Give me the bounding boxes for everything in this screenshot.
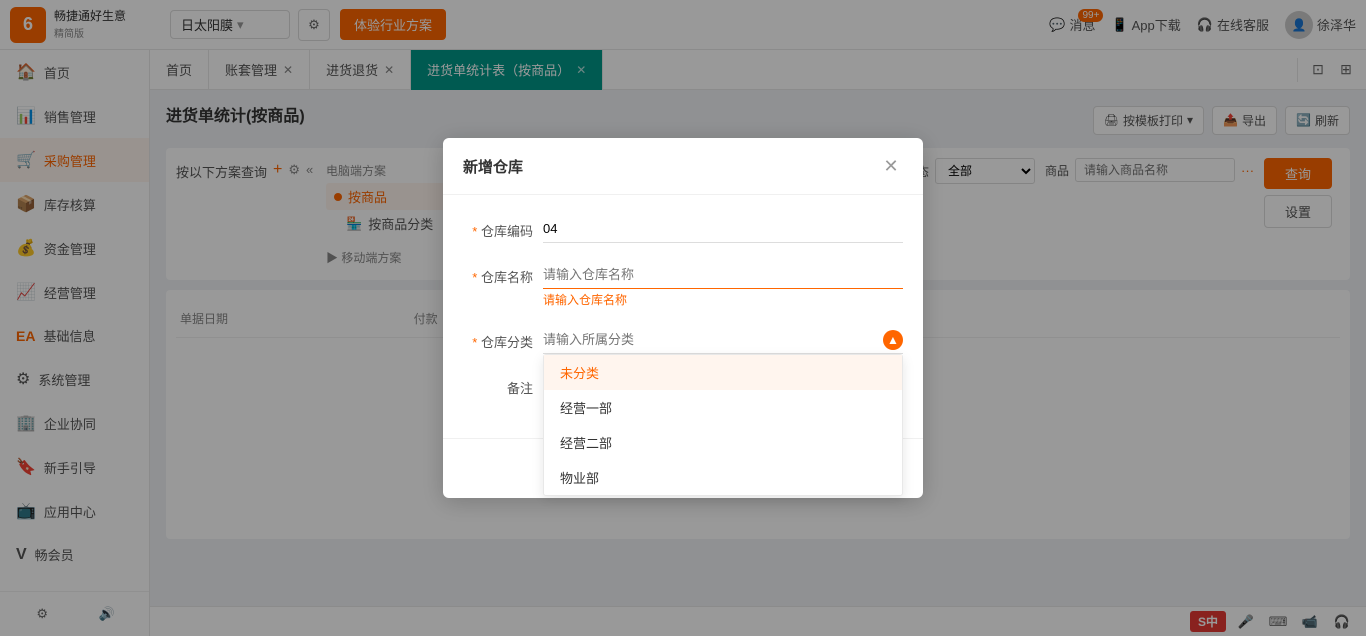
modal-overlay: 新增仓库 ✕ * 仓库编码 * 仓库名称 bbox=[0, 0, 1366, 636]
new-warehouse-modal: 新增仓库 ✕ * 仓库编码 * 仓库名称 bbox=[443, 138, 923, 498]
form-row-name: * 仓库名称 请输入仓库名称 bbox=[463, 261, 903, 308]
form-row-category: * 仓库分类 ▲ 未分类 经营一部 经营二部 物业部 bbox=[463, 326, 903, 354]
form-row-code: * 仓库编码 bbox=[463, 215, 903, 243]
category-dropdown-list: 未分类 经营一部 经营二部 物业部 bbox=[543, 354, 903, 496]
category-dropdown: ▲ 未分类 经营一部 经营二部 物业部 bbox=[543, 326, 903, 354]
name-label: * 仓库名称 bbox=[463, 261, 543, 286]
note-label: 备注 bbox=[463, 372, 543, 397]
name-input[interactable] bbox=[543, 261, 903, 289]
dropdown-toggle-button[interactable]: ▲ bbox=[883, 330, 903, 350]
dropdown-item-none[interactable]: 未分类 bbox=[544, 355, 902, 390]
category-label: * 仓库分类 bbox=[463, 326, 543, 351]
modal-title: 新增仓库 bbox=[463, 156, 523, 177]
name-error-msg: 请输入仓库名称 bbox=[543, 291, 903, 308]
dropdown-item-dept1[interactable]: 经营一部 bbox=[544, 390, 902, 425]
code-wrap bbox=[543, 215, 903, 243]
dropdown-item-property[interactable]: 物业部 bbox=[544, 460, 902, 495]
dropdown-item-dept2[interactable]: 经营二部 bbox=[544, 425, 902, 460]
code-label: * 仓库编码 bbox=[463, 215, 543, 240]
modal-header: 新增仓库 ✕ bbox=[443, 138, 923, 195]
modal-close-button[interactable]: ✕ bbox=[879, 154, 903, 178]
category-wrap: ▲ 未分类 经营一部 经营二部 物业部 bbox=[543, 326, 903, 354]
code-input[interactable] bbox=[543, 215, 903, 243]
name-wrap: 请输入仓库名称 bbox=[543, 261, 903, 308]
modal-body: * 仓库编码 * 仓库名称 请输入仓库名称 bbox=[443, 195, 923, 438]
category-input[interactable] bbox=[543, 326, 903, 354]
